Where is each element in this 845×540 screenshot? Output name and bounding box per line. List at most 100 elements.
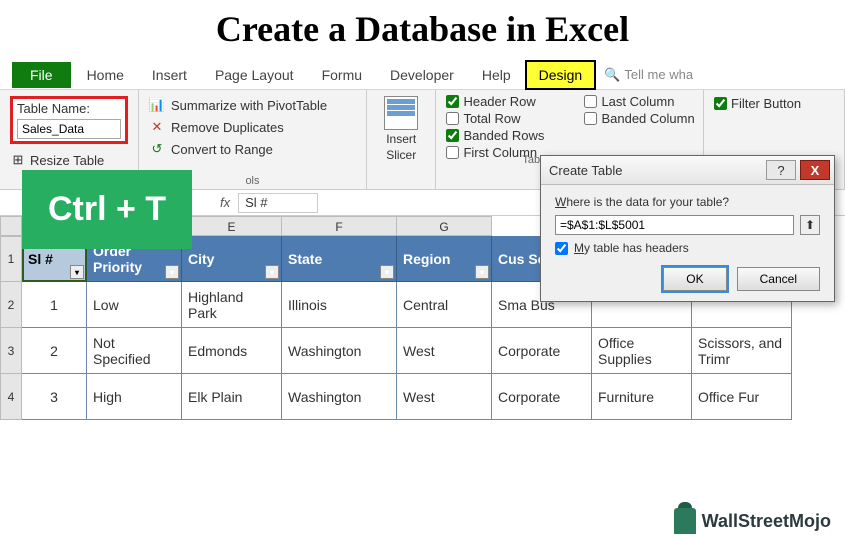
tab-developer[interactable]: Developer [378,62,466,88]
filter-dd-icon[interactable]: ▾ [380,265,394,279]
table-cell[interactable]: Highland Park [182,282,282,328]
table-cell[interactable]: Scissors, and Trimr [692,328,792,374]
tab-file[interactable]: File [12,62,71,88]
create-table-dialog: Create Table ? X WWhere is the data for … [540,155,835,302]
resize-table-button[interactable]: ⊞ Resize Table [10,152,128,168]
tab-design[interactable]: Design [527,62,595,88]
hdr-region-label: Region [403,251,450,267]
table-name-input[interactable] [17,119,121,139]
hdr-city-label: City [188,251,214,267]
watermark-text: WallStreetMojo [702,511,831,532]
dialog-question: WWhere is the data for your table?here i… [555,195,820,209]
chk-total-row-label: Total Row [463,111,520,126]
chk-last-column[interactable]: Last Column [584,94,704,109]
table-cell[interactable]: Corporate [492,328,592,374]
table-cell[interactable]: Corporate [492,374,592,420]
chk-filter-button[interactable]: Filter Button [714,96,834,111]
dialog-close-button[interactable]: X [800,160,830,180]
chk-banded-rows-label: Banded Rows [463,128,544,143]
filter-dd-icon[interactable]: ▾ [475,265,489,279]
remove-dupes-label: Remove Duplicates [171,120,284,135]
table-cell[interactable]: Office Fur [692,374,792,420]
chk-header-row[interactable]: Header Row [446,94,566,109]
slicer-label2: Slicer [386,148,416,162]
group-slicer: Insert Slicer [367,90,437,189]
table-cell[interactable]: Office Supplies [592,328,692,374]
remove-duplicates-button[interactable]: ✕ Remove Duplicates [149,116,356,138]
table-cell[interactable]: Illinois [282,282,397,328]
chk-total-row[interactable]: Total Row [446,111,566,126]
cancel-button[interactable]: Cancel [737,267,820,291]
slicer-icon[interactable] [384,96,418,130]
tab-formulas[interactable]: Formu [310,62,374,88]
range-input[interactable] [555,215,794,235]
resize-icon: ⊞ [10,152,26,168]
table-cell[interactable]: West [397,374,492,420]
filter-dd-icon[interactable]: ▾ [265,265,279,279]
search-icon: 🔍 [604,67,620,83]
pivot-icon: 📊 [149,97,165,113]
resize-table-label: Resize Table [30,153,104,168]
watermark: WallStreetMojo [674,508,831,534]
table-cell[interactable]: Low [87,282,182,328]
summarize-pivot-button[interactable]: 📊 Summarize with PivotTable [149,94,356,116]
row-hdr-1[interactable]: 1 [0,236,22,282]
chk-banded-rows[interactable]: Banded Rows [446,128,566,143]
tab-help[interactable]: Help [470,62,523,88]
col-hdr-f[interactable]: F [282,216,397,236]
col-hdr-g[interactable]: G [397,216,492,236]
range-selector-icon[interactable]: ⬆ [800,215,820,235]
hdr-state[interactable]: State ▾ [282,236,397,282]
table-cell[interactable]: Washington [282,374,397,420]
chk-header-row-label: Header Row [463,94,535,109]
tab-insert[interactable]: Insert [140,62,199,88]
convert-range-icon: ↺ [149,141,165,157]
table-cell[interactable]: Washington [282,328,397,374]
tell-me-label: Tell me wha [624,67,693,82]
filter-dd-icon[interactable]: ▾ [70,265,84,279]
dialog-title-text: Create Table [549,163,766,178]
formula-input[interactable]: Sl # [238,193,318,213]
table-cell[interactable]: Central [397,282,492,328]
filter-dd-icon[interactable]: ▾ [165,265,179,279]
page-title: Create a Database in Excel [0,0,845,60]
chk-banded-column[interactable]: Banded Column [584,111,704,126]
row-hdr-2[interactable]: 2 [0,282,22,328]
table-cell[interactable]: 3 [22,374,87,420]
select-all-corner[interactable] [0,216,22,236]
chk-last-column-label: Last Column [601,94,674,109]
table-cell[interactable]: Furniture [592,374,692,420]
tab-home[interactable]: Home [75,62,136,88]
dialog-help-button[interactable]: ? [766,160,796,180]
headers-checkbox[interactable]: My table has headers [555,241,820,255]
remove-dupes-icon: ✕ [149,119,165,135]
table-cell[interactable]: 1 [22,282,87,328]
hdr-city[interactable]: City ▾ [182,236,282,282]
table-cell[interactable]: Edmonds [182,328,282,374]
chk-filter-button-label: Filter Button [731,96,801,111]
ok-button[interactable]: OK [663,267,726,291]
row-headers: 1 2 3 4 [0,236,22,420]
table-cell[interactable]: West [397,328,492,374]
table-cell[interactable]: 2 [22,328,87,374]
col-hdr-e[interactable]: E [182,216,282,236]
row-hdr-3[interactable]: 3 [0,328,22,374]
table-cell[interactable]: High [87,374,182,420]
hdr-region[interactable]: Region ▾ [397,236,492,282]
tab-page-layout[interactable]: Page Layout [203,62,306,88]
shortcut-badge: Ctrl + T [22,170,192,249]
tell-me-search[interactable]: 🔍 Tell me wha [604,67,693,83]
summarize-label: Summarize with PivotTable [171,98,327,113]
table-cell[interactable]: Not Specified [87,328,182,374]
hdr-state-label: State [288,251,322,267]
row-hdr-4[interactable]: 4 [0,374,22,420]
wallstreetmojo-icon [674,508,696,534]
convert-range-button[interactable]: ↺ Convert to Range [149,138,356,160]
convert-range-label: Convert to Range [171,142,273,157]
slicer-label1: Insert [386,132,416,146]
chk-banded-column-label: Banded Column [601,111,694,126]
fx-icon[interactable]: fx [220,195,230,210]
dialog-titlebar[interactable]: Create Table ? X [541,156,834,185]
table-cell[interactable]: Elk Plain [182,374,282,420]
ribbon-tabs: File Home Insert Page Layout Formu Devel… [0,60,845,90]
